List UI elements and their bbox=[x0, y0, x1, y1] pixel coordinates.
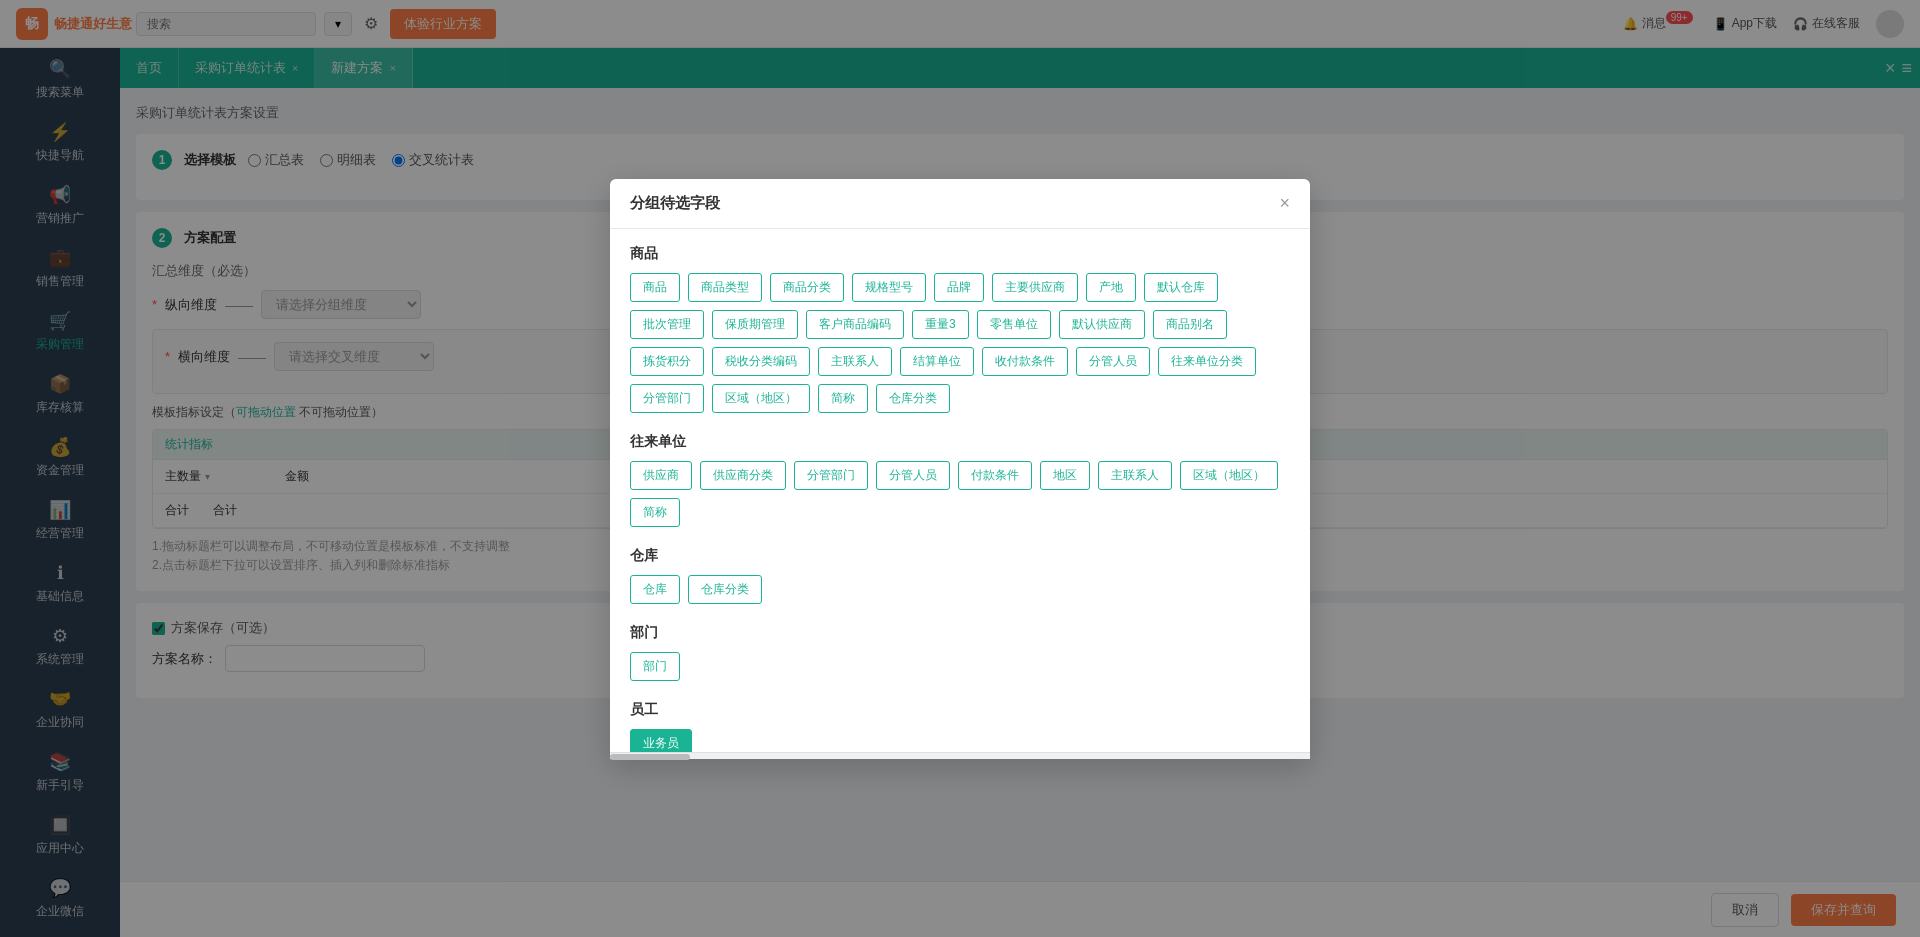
field-section-product-title: 商品 bbox=[630, 245, 1290, 263]
field-tag-partner-contact[interactable]: 主联系人 bbox=[1098, 461, 1172, 490]
field-tag-main-contact[interactable]: 主联系人 bbox=[818, 347, 892, 376]
field-tag-manager[interactable]: 分管人员 bbox=[1076, 347, 1150, 376]
field-tag-pick-points[interactable]: 拣货积分 bbox=[630, 347, 704, 376]
modal-scrollbar-thumb[interactable] bbox=[610, 754, 690, 760]
modal-scrollbar-horizontal[interactable] bbox=[610, 752, 1310, 758]
field-grid-warehouse: 仓库 仓库分类 bbox=[630, 575, 1290, 604]
field-tag-dept[interactable]: 分管部门 bbox=[630, 384, 704, 413]
field-grid-partner: 供应商 供应商分类 分管部门 分管人员 付款条件 地区 主联系人 区域（地区） … bbox=[630, 461, 1290, 527]
field-tag-main-supplier[interactable]: 主要供应商 bbox=[992, 273, 1078, 302]
field-section-product: 商品 商品 商品类型 商品分类 规格型号 品牌 主要供应商 产地 默认仓库 批次… bbox=[630, 245, 1290, 413]
field-section-warehouse: 仓库 仓库 仓库分类 bbox=[630, 547, 1290, 604]
field-tag-partner-region[interactable]: 区域（地区） bbox=[1180, 461, 1278, 490]
field-section-department: 部门 部门 bbox=[630, 624, 1290, 681]
field-section-partner: 往来单位 供应商 供应商分类 分管部门 分管人员 付款条件 地区 主联系人 区域… bbox=[630, 433, 1290, 527]
field-tag-abbr[interactable]: 简称 bbox=[818, 384, 868, 413]
field-tag-origin[interactable]: 产地 bbox=[1086, 273, 1136, 302]
field-tag-default-supplier[interactable]: 默认供应商 bbox=[1059, 310, 1145, 339]
modal-header: 分组待选字段 × bbox=[610, 179, 1310, 229]
field-tag-tax-code[interactable]: 税收分类编码 bbox=[712, 347, 810, 376]
field-tag-region[interactable]: 区域（地区） bbox=[712, 384, 810, 413]
modal-close-button[interactable]: × bbox=[1279, 193, 1290, 214]
field-tag-product-type[interactable]: 商品类型 bbox=[688, 273, 762, 302]
modal-dialog: 分组待选字段 × 商品 商品 商品类型 商品分类 规格型号 品牌 主要供应商 产… bbox=[610, 179, 1310, 759]
field-grid-department: 部门 bbox=[630, 652, 1290, 681]
modal-title: 分组待选字段 bbox=[630, 194, 720, 213]
field-tag-batch-mgmt[interactable]: 批次管理 bbox=[630, 310, 704, 339]
field-tag-partner-dept[interactable]: 分管部门 bbox=[794, 461, 868, 490]
modal-overlay[interactable]: 分组待选字段 × 商品 商品 商品类型 商品分类 规格型号 品牌 主要供应商 产… bbox=[0, 0, 1920, 937]
modal-body[interactable]: 商品 商品 商品类型 商品分类 规格型号 品牌 主要供应商 产地 默认仓库 批次… bbox=[610, 229, 1310, 753]
field-tag-brand[interactable]: 品牌 bbox=[934, 273, 984, 302]
field-tag-partner-abbr[interactable]: 简称 bbox=[630, 498, 680, 527]
field-tag-product-category[interactable]: 商品分类 bbox=[770, 273, 844, 302]
field-tag-default-warehouse[interactable]: 默认仓库 bbox=[1144, 273, 1218, 302]
field-section-warehouse-title: 仓库 bbox=[630, 547, 1290, 565]
field-tag-customer-code[interactable]: 客户商品编码 bbox=[806, 310, 904, 339]
field-tag-weight3[interactable]: 重量3 bbox=[912, 310, 969, 339]
field-tag-biz-unit-category[interactable]: 往来单位分类 bbox=[1158, 347, 1256, 376]
field-tag-partner-manager[interactable]: 分管人员 bbox=[876, 461, 950, 490]
field-section-partner-title: 往来单位 bbox=[630, 433, 1290, 451]
field-tag-supplier[interactable]: 供应商 bbox=[630, 461, 692, 490]
field-tag-expiry-mgmt[interactable]: 保质期管理 bbox=[712, 310, 798, 339]
field-tag-supplier-cat[interactable]: 供应商分类 bbox=[700, 461, 786, 490]
field-tag-warehouse-category[interactable]: 仓库分类 bbox=[688, 575, 762, 604]
field-tag-department[interactable]: 部门 bbox=[630, 652, 680, 681]
field-tag-settlement-unit[interactable]: 结算单位 bbox=[900, 347, 974, 376]
field-tag-partner-payment[interactable]: 付款条件 bbox=[958, 461, 1032, 490]
field-tag-retail-unit[interactable]: 零售单位 bbox=[977, 310, 1051, 339]
field-tag-partner-area[interactable]: 地区 bbox=[1040, 461, 1090, 490]
field-tag-salesperson[interactable]: 业务员 bbox=[630, 729, 692, 753]
field-section-employee: 员工 业务员 bbox=[630, 701, 1290, 753]
field-grid-product: 商品 商品类型 商品分类 规格型号 品牌 主要供应商 产地 默认仓库 批次管理 … bbox=[630, 273, 1290, 413]
field-tag-warehouse-cat[interactable]: 仓库分类 bbox=[876, 384, 950, 413]
field-tag-product-alias[interactable]: 商品别名 bbox=[1153, 310, 1227, 339]
field-grid-employee: 业务员 bbox=[630, 729, 1290, 753]
field-section-department-title: 部门 bbox=[630, 624, 1290, 642]
field-tag-payment-terms[interactable]: 收付款条件 bbox=[982, 347, 1068, 376]
field-tag-product[interactable]: 商品 bbox=[630, 273, 680, 302]
field-section-employee-title: 员工 bbox=[630, 701, 1290, 719]
field-tag-spec-model[interactable]: 规格型号 bbox=[852, 273, 926, 302]
field-tag-warehouse[interactable]: 仓库 bbox=[630, 575, 680, 604]
